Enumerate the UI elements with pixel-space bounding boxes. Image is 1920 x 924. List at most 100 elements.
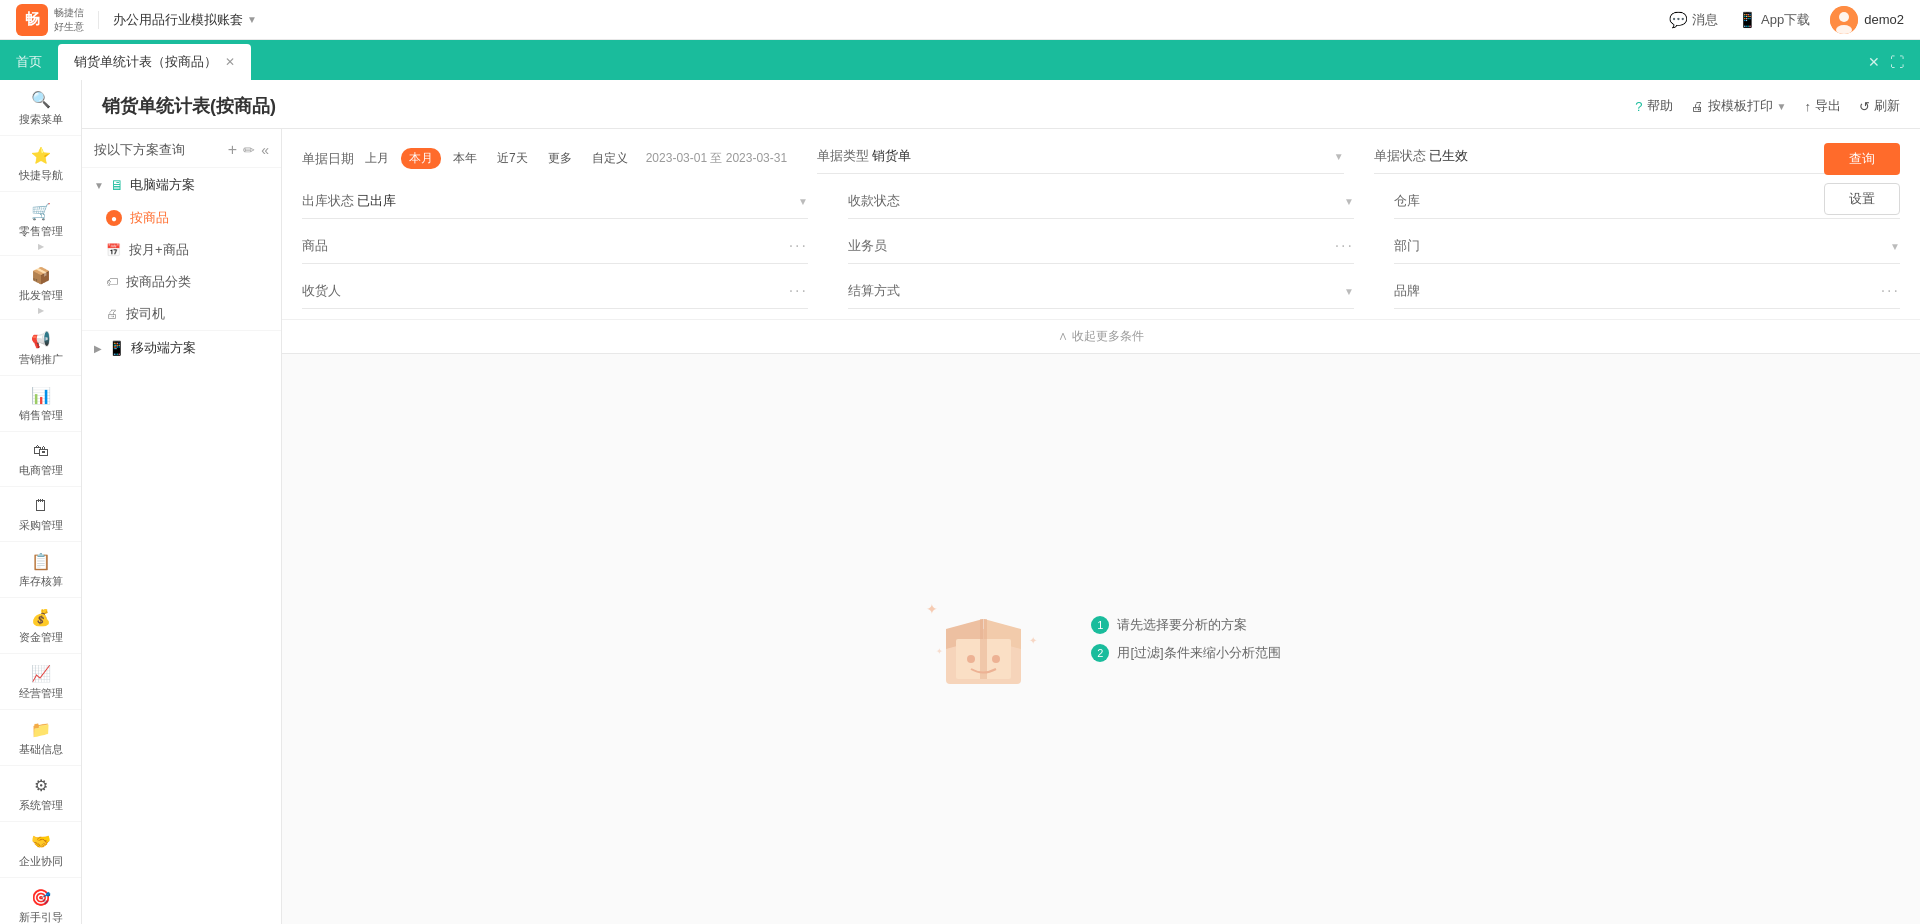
sidebar-item-purchase[interactable]: 🗒 采购管理 [0, 487, 81, 542]
print-dropdown-icon: ▼ [1777, 101, 1787, 112]
sidebar-item-system[interactable]: ⚙ 系统管理 [0, 766, 81, 822]
collect-status-dropdown-icon: ▼ [1344, 196, 1354, 207]
svg-point-1 [1839, 12, 1849, 22]
brand-label: 品牌 [1394, 282, 1430, 300]
sidebar-item-quick-nav[interactable]: ⭐ 快捷导航 [0, 136, 81, 192]
out-status-selector[interactable]: 已出库 ▼ [357, 188, 808, 214]
username-label: demo2 [1864, 12, 1904, 27]
sidebar-item-ecommerce[interactable]: 🛍 电商管理 [0, 432, 81, 487]
tip2-text: 用[过滤]条件来缩小分析范围 [1117, 644, 1280, 662]
doc-type-selector[interactable]: 销货单 ▼ [872, 143, 1343, 169]
collect-status-selector[interactable]: ▼ [903, 188, 1354, 214]
tab-close-window-icon[interactable]: ✕ [1868, 54, 1880, 70]
template-print-btn[interactable]: 🖨 按模板打印 ▼ [1691, 97, 1787, 115]
dept-dropdown-icon: ▼ [1890, 241, 1900, 252]
tip1-text: 请先选择要分析的方案 [1117, 616, 1247, 634]
warehouse-label: 仓库 [1394, 192, 1430, 210]
scheme-item-by-month-product[interactable]: 📅 按月+商品 [82, 234, 281, 266]
doc-type-value: 销货单 [872, 147, 911, 165]
scheme-panel: 按以下方案查询 + ✏ « ▼ 🖥 电脑端方案 [82, 129, 282, 924]
collapse-filters-btn[interactable]: ∧ 收起更多条件 [1058, 329, 1143, 343]
custom-btn[interactable]: 自定义 [584, 148, 636, 169]
scheme-group-pc: ▼ 🖥 电脑端方案 ● 按商品 📅 按月+商品 [82, 168, 281, 330]
this-year-btn[interactable]: 本年 [445, 148, 485, 169]
receiver-selector[interactable]: ··· [342, 278, 808, 304]
question-icon: ? [1635, 99, 1642, 114]
doc-type-label: 单据类型 [817, 147, 872, 165]
product-label: 商品 [302, 237, 338, 255]
export-icon: ↑ [1805, 99, 1812, 114]
sidebar-item-wholesale[interactable]: 📦 批发管理 ▶ [0, 256, 81, 320]
filter-section: 单据日期 上月 本月 本年 近7天 更多 自定义 2023-03-01 至 20… [282, 129, 1920, 320]
more-btn[interactable]: 更多 [540, 148, 580, 169]
sidebar-item-basic[interactable]: 📁 基础信息 [0, 710, 81, 766]
collect-status-label: 收款状态 [848, 192, 903, 210]
tab-close-icon[interactable]: ✕ [225, 55, 235, 69]
tab-home[interactable]: 首页 [0, 44, 58, 80]
sidebar-item-inventory[interactable]: 📋 库存核算 [0, 542, 81, 598]
sidebar-item-enterprise[interactable]: 🤝 企业协同 [0, 822, 81, 878]
help-btn[interactable]: ? 帮助 [1635, 97, 1672, 115]
scheme-item-by-product[interactable]: ● 按商品 [82, 202, 281, 234]
retail-icon: 🛒 [31, 202, 51, 221]
marketing-icon: 📢 [31, 330, 51, 349]
settle-selector[interactable]: ▼ [903, 278, 1354, 304]
add-scheme-btn[interactable]: + [228, 141, 237, 159]
onboarding-icon: 🎯 [31, 888, 51, 907]
page-title: 销货单统计表(按商品) [102, 94, 276, 118]
last-month-btn[interactable]: 上月 [357, 148, 397, 169]
salesman-dots: ··· [1335, 237, 1354, 255]
sidebar-item-marketing[interactable]: 📢 营销推广 [0, 320, 81, 376]
scheme-group-mobile-header[interactable]: ▶ 📱 移动端方案 [82, 330, 281, 365]
tab-sales-report[interactable]: 销货单统计表（按商品） ✕ [58, 44, 251, 80]
home-tab-label: 首页 [16, 53, 42, 71]
empty-tips: 1 请先选择要分析的方案 2 用[过滤]条件来缩小分析范围 [1091, 616, 1280, 662]
tip1-number: 1 [1091, 616, 1109, 634]
svg-rect-7 [980, 619, 987, 679]
dept-selector[interactable]: ▼ [1430, 233, 1900, 259]
workspace-name: 办公用品行业模拟账套 [113, 11, 243, 29]
scheme-item-by-driver[interactable]: 🖨 按司机 [82, 298, 281, 330]
edit-scheme-btn[interactable]: ✏ [243, 142, 255, 158]
dept-label: 部门 [1394, 237, 1430, 255]
refresh-btn[interactable]: ↺ 刷新 [1859, 97, 1900, 115]
settle-label: 结算方式 [848, 282, 903, 300]
svg-point-8 [967, 655, 975, 663]
collapse-scheme-btn[interactable]: « [261, 142, 269, 158]
sidebar-item-search[interactable]: 🔍 搜索菜单 [0, 80, 81, 136]
mobile-group-label: 移动端方案 [131, 339, 196, 357]
ecommerce-icon: 🛍 [33, 442, 49, 460]
last-7-days-btn[interactable]: 近7天 [489, 148, 536, 169]
settle-dropdown-icon: ▼ [1344, 286, 1354, 297]
scheme-item-by-category[interactable]: 🏷 按商品分类 [82, 266, 281, 298]
brand-selector[interactable]: ··· [1430, 278, 1900, 304]
doc-status-value: 已生效 [1429, 147, 1468, 165]
query-button[interactable]: 查询 [1824, 143, 1900, 175]
export-btn[interactable]: ↑ 导出 [1805, 97, 1842, 115]
basic-icon: 📁 [31, 720, 51, 739]
svg-text:✦: ✦ [926, 601, 938, 617]
sidebar-item-operations[interactable]: 📈 经营管理 [0, 654, 81, 710]
sidebar-item-retail[interactable]: 🛒 零售管理 ▶ [0, 192, 81, 256]
workspace-selector[interactable]: 办公用品行业模拟账套 ▼ [98, 11, 257, 29]
print-icon: 🖨 [1691, 99, 1704, 114]
scheme-group-pc-header[interactable]: ▼ 🖥 电脑端方案 [82, 168, 281, 202]
sidebar-item-finance[interactable]: 💰 资金管理 [0, 598, 81, 654]
sidebar-item-onboarding[interactable]: 🎯 新手引导 [0, 878, 81, 924]
logo-icon: 畅 [16, 4, 48, 36]
scheme-panel-header: 按以下方案查询 [94, 141, 185, 159]
app-download-btn[interactable]: 📱 App下载 [1738, 11, 1810, 29]
settings-button[interactable]: 设置 [1824, 183, 1900, 215]
user-menu[interactable]: demo2 [1830, 6, 1904, 34]
tab-maximize-icon[interactable]: ⛶ [1890, 54, 1904, 70]
tag-icon: 🏷 [106, 275, 118, 289]
this-month-btn[interactable]: 本月 [401, 148, 441, 169]
finance-icon: 💰 [31, 608, 51, 627]
enterprise-icon: 🤝 [31, 832, 51, 851]
product-selector[interactable]: ··· [338, 233, 808, 259]
messages-btn[interactable]: 💬 消息 [1669, 11, 1718, 29]
salesman-label: 业务员 [848, 237, 888, 255]
salesman-selector[interactable]: ··· [888, 233, 1354, 259]
sidebar-item-sales[interactable]: 📊 销售管理 [0, 376, 81, 432]
calendar-icon: 📅 [106, 243, 121, 257]
